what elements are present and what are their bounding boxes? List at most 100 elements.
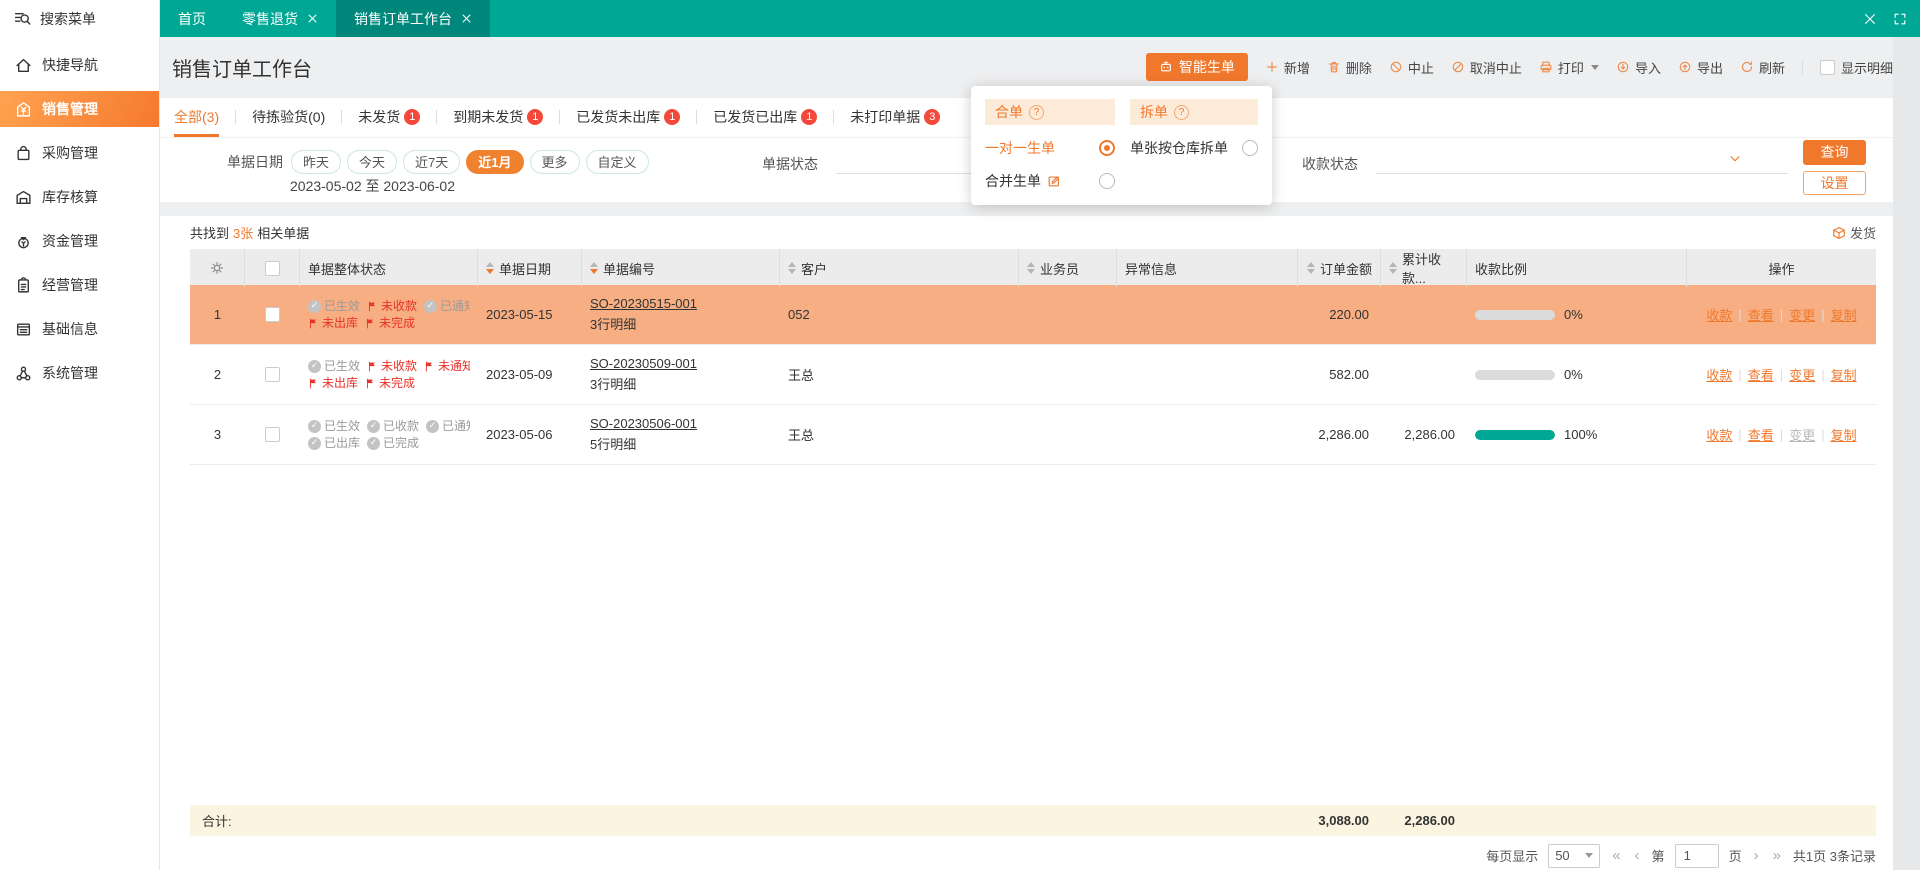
help-icon[interactable]: ? bbox=[1029, 104, 1044, 120]
sort-icon[interactable] bbox=[1027, 262, 1035, 274]
row-action[interactable]: 复制 bbox=[1831, 305, 1857, 324]
sort-icon[interactable] bbox=[1306, 262, 1315, 274]
column-header[interactable]: 收款比例 bbox=[1467, 249, 1687, 287]
column-header[interactable]: 操作 bbox=[1687, 249, 1876, 287]
row-action[interactable]: 查看 bbox=[1748, 365, 1774, 384]
date-range-chip[interactable]: 昨天 bbox=[291, 149, 342, 174]
date-range-chip[interactable]: 近1月 bbox=[466, 149, 524, 174]
generate-option[interactable]: 单张按仓库拆单 bbox=[1130, 138, 1258, 158]
sidebar-item-doc[interactable]: 基础信息 bbox=[0, 307, 159, 351]
sidebar-item-sys[interactable]: 系统管理 bbox=[0, 351, 159, 395]
help-icon[interactable]: ? bbox=[1174, 104, 1189, 120]
order-number-link[interactable]: SO-20230515-001 bbox=[590, 296, 697, 311]
toolbar-button[interactable]: 新增 bbox=[1265, 58, 1310, 77]
sidebar-item-sale[interactable]: 销售管理 bbox=[0, 91, 159, 127]
smart-generate-button[interactable]: 智能生单 bbox=[1145, 53, 1248, 82]
topbar-tab[interactable]: 首页 bbox=[160, 0, 224, 37]
generate-option[interactable]: 一对一生单 bbox=[985, 138, 1115, 158]
column-header[interactable]: 单据编号 bbox=[582, 249, 780, 287]
order-number-link[interactable]: SO-20230509-001 bbox=[590, 356, 697, 371]
toolbar-button[interactable]: 导入 bbox=[1616, 58, 1661, 77]
payment-status-input[interactable] bbox=[1376, 152, 1788, 174]
status-filter-tab[interactable]: 未发货 1 bbox=[358, 97, 421, 137]
sort-icon[interactable] bbox=[1389, 262, 1397, 274]
radio-button[interactable] bbox=[1242, 140, 1258, 156]
status-filter-tab[interactable]: 全部(3) bbox=[174, 97, 220, 138]
show-detail-checkbox[interactable] bbox=[1819, 59, 1835, 75]
row-action[interactable]: 查看 bbox=[1748, 425, 1774, 444]
column-header[interactable]: 异常信息 bbox=[1117, 249, 1298, 287]
date-range-chip[interactable]: 更多 bbox=[529, 149, 580, 174]
next-page-button[interactable]: › bbox=[1752, 847, 1761, 864]
column-header[interactable]: 单据整体状态 bbox=[300, 249, 478, 287]
edit-icon[interactable] bbox=[1047, 174, 1061, 188]
row-action[interactable]: 变更 bbox=[1789, 365, 1815, 384]
status-filter-tab[interactable]: 已发货未出库 1 bbox=[576, 97, 681, 137]
gear-icon[interactable] bbox=[210, 261, 224, 275]
column-header[interactable] bbox=[245, 249, 300, 287]
tab-close-icon[interactable] bbox=[461, 13, 472, 24]
row-action[interactable]: 复制 bbox=[1831, 425, 1857, 444]
order-number-link[interactable]: SO-20230506-001 bbox=[590, 416, 697, 431]
sidebar-item-money[interactable]: 资金管理 bbox=[0, 219, 159, 263]
per-page-select[interactable]: 50 bbox=[1548, 843, 1601, 868]
row-checkbox[interactable] bbox=[265, 427, 280, 442]
generate-option[interactable]: 合并生单 bbox=[985, 171, 1115, 191]
column-header[interactable]: 业务员 bbox=[1019, 249, 1117, 287]
sort-icon[interactable] bbox=[788, 262, 796, 274]
row-action[interactable]: 收款 bbox=[1706, 305, 1732, 324]
query-button[interactable]: 查询 bbox=[1803, 139, 1866, 165]
row-action[interactable]: 复制 bbox=[1831, 365, 1857, 384]
date-range-chip[interactable]: 自定义 bbox=[585, 149, 649, 174]
column-header[interactable]: 客户 bbox=[780, 249, 1019, 287]
toolbar-button[interactable]: 导出 bbox=[1678, 58, 1723, 77]
close-icon[interactable] bbox=[1863, 12, 1877, 26]
status-filter-tab[interactable]: 未打印单据 3 bbox=[850, 97, 941, 137]
date-range-value[interactable]: 2023-05-02 至 2023-06-02 bbox=[290, 176, 455, 196]
ship-link[interactable]: 发货 bbox=[1832, 223, 1876, 242]
radio-button[interactable] bbox=[1099, 173, 1115, 189]
sidebar-item-warehouse[interactable]: 库存核算 bbox=[0, 175, 159, 219]
column-header[interactable]: 单据日期 bbox=[478, 249, 582, 287]
sort-icon[interactable] bbox=[486, 262, 494, 274]
row-action[interactable]: 变更 bbox=[1789, 305, 1815, 324]
row-action[interactable]: 收款 bbox=[1706, 365, 1732, 384]
sidebar-item-home[interactable]: 快捷导航 bbox=[0, 43, 159, 87]
status-filter-tab[interactable]: 待拣验货(0) bbox=[252, 97, 325, 137]
column-header[interactable] bbox=[190, 249, 245, 287]
tab-close-icon[interactable] bbox=[307, 13, 318, 24]
select-all-checkbox[interactable] bbox=[264, 260, 280, 276]
table-row[interactable]: 1 ✓已生效未收款 ✓已通知 未出库未完成 2023-05-15 SO-20230… bbox=[190, 285, 1876, 345]
table-row[interactable]: 2 ✓ 已生效 未收款 未通知 未出库 未完成 2023-05-09 SO-202305… bbox=[190, 345, 1876, 405]
row-action[interactable]: 收款 bbox=[1706, 425, 1732, 444]
date-range-chip[interactable]: 今天 bbox=[347, 149, 398, 174]
status-filter-tab[interactable]: 到期未发货 1 bbox=[453, 97, 544, 137]
sort-icon[interactable] bbox=[590, 262, 598, 274]
prev-page-button[interactable]: ‹ bbox=[1633, 847, 1642, 864]
last-page-button[interactable]: » bbox=[1771, 847, 1783, 864]
column-header[interactable]: 累计收款... bbox=[1381, 249, 1467, 287]
topbar-tab[interactable]: 零售退货 bbox=[224, 0, 336, 37]
toolbar-button[interactable]: 中止 bbox=[1389, 58, 1434, 77]
radio-button[interactable] bbox=[1099, 140, 1115, 156]
sidebar-item-clipboard[interactable]: 经营管理 bbox=[0, 263, 159, 307]
row-checkbox[interactable] bbox=[265, 367, 280, 382]
scrollbar-gutter[interactable] bbox=[1893, 37, 1920, 870]
topbar-tab[interactable]: 销售订单工作台 bbox=[336, 0, 490, 37]
toolbar-button[interactable]: 删除 bbox=[1327, 58, 1372, 77]
sidebar-item-bag[interactable]: 采购管理 bbox=[0, 131, 159, 175]
status-filter-tab[interactable]: 已发货已出库 1 bbox=[713, 97, 818, 137]
chevron-down-icon[interactable] bbox=[1728, 152, 1742, 166]
table-row[interactable]: 3 ✓已生效 ✓已收款 ✓已通知 ✓已出库 ✓已完成 2023-05-06 SO-20… bbox=[190, 405, 1876, 465]
settings-button[interactable]: 设置 bbox=[1803, 170, 1866, 195]
row-action[interactable]: 查看 bbox=[1748, 305, 1774, 324]
page-input[interactable]: 1 bbox=[1674, 843, 1719, 868]
first-page-button[interactable]: « bbox=[1610, 847, 1622, 864]
toolbar-button[interactable]: 刷新 bbox=[1740, 58, 1785, 77]
date-range-chip[interactable]: 近7天 bbox=[403, 149, 461, 174]
toolbar-button[interactable]: 取消中止 bbox=[1451, 58, 1522, 77]
row-checkbox[interactable] bbox=[265, 307, 280, 322]
row-action[interactable]: 变更 bbox=[1789, 425, 1815, 444]
show-detail-toggle[interactable]: 显示明细 bbox=[1819, 58, 1893, 77]
expand-icon[interactable] bbox=[1893, 12, 1907, 26]
